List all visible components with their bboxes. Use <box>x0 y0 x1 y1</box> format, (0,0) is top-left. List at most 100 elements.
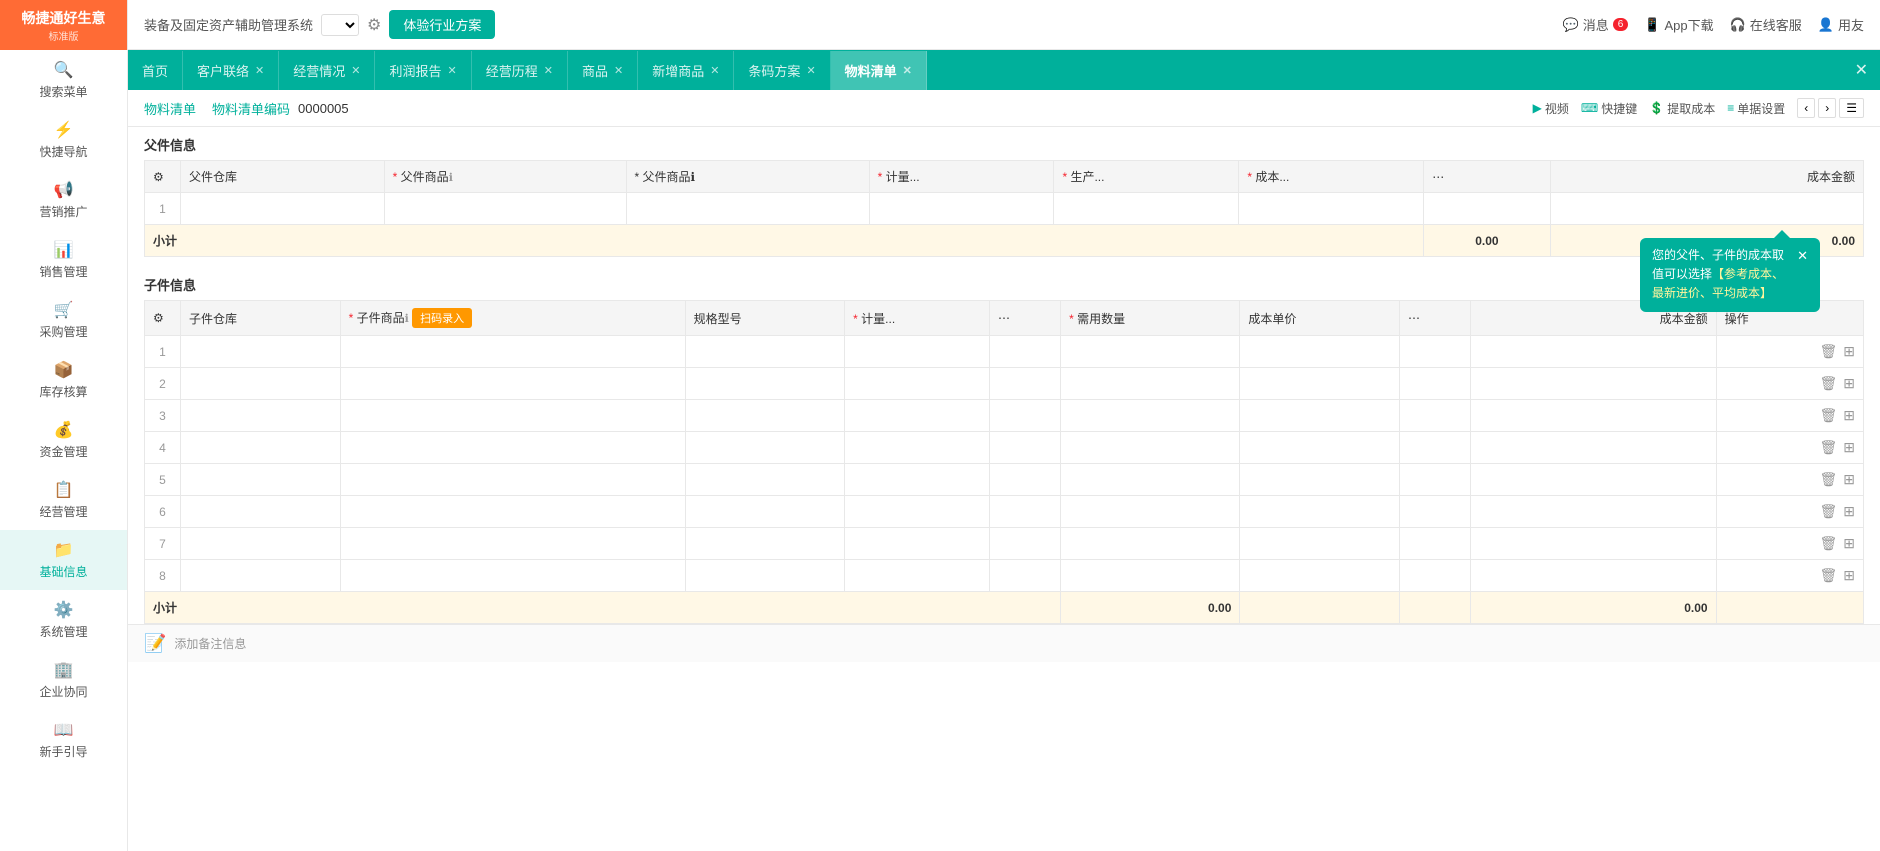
child-cell-unit-cost-5[interactable] <box>1240 464 1400 496</box>
sidebar-item-search[interactable]: 🔍 搜索菜单 <box>0 50 127 110</box>
copy-icon-5[interactable]: ⊞ <box>1843 471 1855 488</box>
parent-cell-product-1[interactable] <box>384 193 626 225</box>
child-cell-expand2-8[interactable] <box>1399 560 1470 592</box>
parent-cell-warehouse-1[interactable] <box>181 193 385 225</box>
parent-cell-unit-1[interactable] <box>869 193 1054 225</box>
child-cell-spec-1[interactable] <box>685 336 845 368</box>
child-cell-unit-7[interactable] <box>845 528 990 560</box>
child-cell-qty-8[interactable] <box>1061 560 1240 592</box>
delete-icon-2[interactable]: 🗑 <box>1819 375 1837 392</box>
child-cell-spec-3[interactable] <box>685 400 845 432</box>
child-cell-warehouse-4[interactable] <box>181 432 341 464</box>
parent-cell-spec-1[interactable] <box>626 193 869 225</box>
copy-icon-2[interactable]: ⊞ <box>1843 375 1855 392</box>
child-cell-warehouse-2[interactable] <box>181 368 341 400</box>
online-service-item[interactable]: 🎧 在线客服 <box>1730 15 1802 34</box>
child-cell-unit-cost-2[interactable] <box>1240 368 1400 400</box>
tab-operation-history-close[interactable]: ✕ <box>544 64 553 77</box>
shortcut-btn[interactable]: ⌨ 快捷键 <box>1581 100 1637 117</box>
child-cell-product-2[interactable] <box>340 368 685 400</box>
experience-btn[interactable]: 体验行业方案 <box>389 10 495 39</box>
tab-products[interactable]: 商品 ✕ <box>568 51 638 90</box>
copy-icon-4[interactable]: ⊞ <box>1843 439 1855 456</box>
child-cell-spec-2[interactable] <box>685 368 845 400</box>
child-cell-expand-4[interactable] <box>990 432 1061 464</box>
child-col-settings[interactable]: ⚙ <box>145 301 181 336</box>
child-cell-warehouse-5[interactable] <box>181 464 341 496</box>
tooltip-close[interactable]: ✕ <box>1797 246 1808 267</box>
delete-icon-6[interactable]: 🗑 <box>1819 503 1837 520</box>
parent-col-settings[interactable]: ⚙ <box>145 161 181 193</box>
close-all-tabs[interactable]: ✕ <box>1843 50 1880 90</box>
child-cell-expand2-1[interactable] <box>1399 336 1470 368</box>
parent-cell-production-1[interactable] <box>1054 193 1239 225</box>
child-cell-unit-3[interactable] <box>845 400 990 432</box>
child-cell-product-6[interactable] <box>340 496 685 528</box>
child-cell-product-1[interactable] <box>340 336 685 368</box>
child-cell-product-7[interactable] <box>340 528 685 560</box>
child-col-expand[interactable]: ⋯ <box>990 301 1061 336</box>
child-cell-spec-7[interactable] <box>685 528 845 560</box>
next-page-btn[interactable]: › <box>1818 98 1836 118</box>
delete-icon-7[interactable]: 🗑 <box>1819 535 1837 552</box>
tab-operation-history[interactable]: 经营历程 ✕ <box>472 51 568 90</box>
message-item[interactable]: 💬 消息 6 <box>1563 15 1629 34</box>
delete-icon-1[interactable]: 🗑 <box>1819 343 1837 360</box>
child-cell-spec-4[interactable] <box>685 432 845 464</box>
gear-icon[interactable]: ⚙ <box>367 15 381 35</box>
sidebar-item-enterprise[interactable]: 🏢 企业协同 <box>0 650 127 710</box>
child-cell-qty-5[interactable] <box>1061 464 1240 496</box>
sidebar-item-operation[interactable]: 📋 经营管理 <box>0 470 127 530</box>
child-cell-warehouse-3[interactable] <box>181 400 341 432</box>
child-cell-expand-6[interactable] <box>990 496 1061 528</box>
child-cell-unit-cost-8[interactable] <box>1240 560 1400 592</box>
child-cell-warehouse-6[interactable] <box>181 496 341 528</box>
child-cell-unit-1[interactable] <box>845 336 990 368</box>
tab-barcode-close[interactable]: ✕ <box>806 64 815 77</box>
child-cell-unit-2[interactable] <box>845 368 990 400</box>
parent-col-expand[interactable]: ⋯ <box>1424 161 1550 193</box>
child-cell-unit-8[interactable] <box>845 560 990 592</box>
child-cell-unit-6[interactable] <box>845 496 990 528</box>
sidebar-item-guide[interactable]: 📖 新手引导 <box>0 710 127 770</box>
sidebar-item-finance[interactable]: 💰 资金管理 <box>0 410 127 470</box>
child-cell-expand2-3[interactable] <box>1399 400 1470 432</box>
child-cell-expand2-5[interactable] <box>1399 464 1470 496</box>
delete-icon-5[interactable]: 🗑 <box>1819 471 1837 488</box>
delete-icon-3[interactable]: 🗑 <box>1819 407 1837 424</box>
child-cell-expand-7[interactable] <box>990 528 1061 560</box>
copy-icon-7[interactable]: ⊞ <box>1843 535 1855 552</box>
child-cell-expand-1[interactable] <box>990 336 1061 368</box>
cost-btn[interactable]: 💲 提取成本 <box>1649 100 1715 117</box>
sidebar-item-inventory[interactable]: 📦 库存核算 <box>0 350 127 410</box>
prev-page-btn[interactable]: ‹ <box>1797 98 1815 118</box>
child-cell-qty-1[interactable] <box>1061 336 1240 368</box>
child-cell-warehouse-1[interactable] <box>181 336 341 368</box>
tab-bom[interactable]: 物料清单 ✕ <box>831 51 927 90</box>
sidebar-item-system[interactable]: ⚙️ 系统管理 <box>0 590 127 650</box>
app-download-item[interactable]: 📱 App下载 <box>1644 15 1713 34</box>
video-btn[interactable]: ▶ 视频 <box>1533 100 1569 117</box>
child-cell-spec-6[interactable] <box>685 496 845 528</box>
child-cell-expand-5[interactable] <box>990 464 1061 496</box>
child-cell-unit-cost-3[interactable] <box>1240 400 1400 432</box>
child-cell-qty-7[interactable] <box>1061 528 1240 560</box>
child-cell-expand2-7[interactable] <box>1399 528 1470 560</box>
child-cell-warehouse-7[interactable] <box>181 528 341 560</box>
tab-operation-status-close[interactable]: ✕ <box>351 64 360 77</box>
child-cell-unit-4[interactable] <box>845 432 990 464</box>
child-cell-unit-cost-6[interactable] <box>1240 496 1400 528</box>
sidebar-item-marketing[interactable]: 📢 营销推广 <box>0 170 127 230</box>
tab-profit-report[interactable]: 利润报告 ✕ <box>375 51 471 90</box>
delete-icon-8[interactable]: 🗑 <box>1819 567 1837 584</box>
tab-new-products-close[interactable]: ✕ <box>710 64 719 77</box>
system-select[interactable] <box>321 14 359 36</box>
child-cell-unit-5[interactable] <box>845 464 990 496</box>
copy-icon-8[interactable]: ⊞ <box>1843 567 1855 584</box>
child-cell-product-5[interactable] <box>340 464 685 496</box>
child-cell-unit-cost-1[interactable] <box>1240 336 1400 368</box>
tab-barcode[interactable]: 条码方案 ✕ <box>734 51 830 90</box>
tab-operation-status[interactable]: 经营情况 ✕ <box>279 51 375 90</box>
child-cell-product-3[interactable] <box>340 400 685 432</box>
child-cell-qty-2[interactable] <box>1061 368 1240 400</box>
